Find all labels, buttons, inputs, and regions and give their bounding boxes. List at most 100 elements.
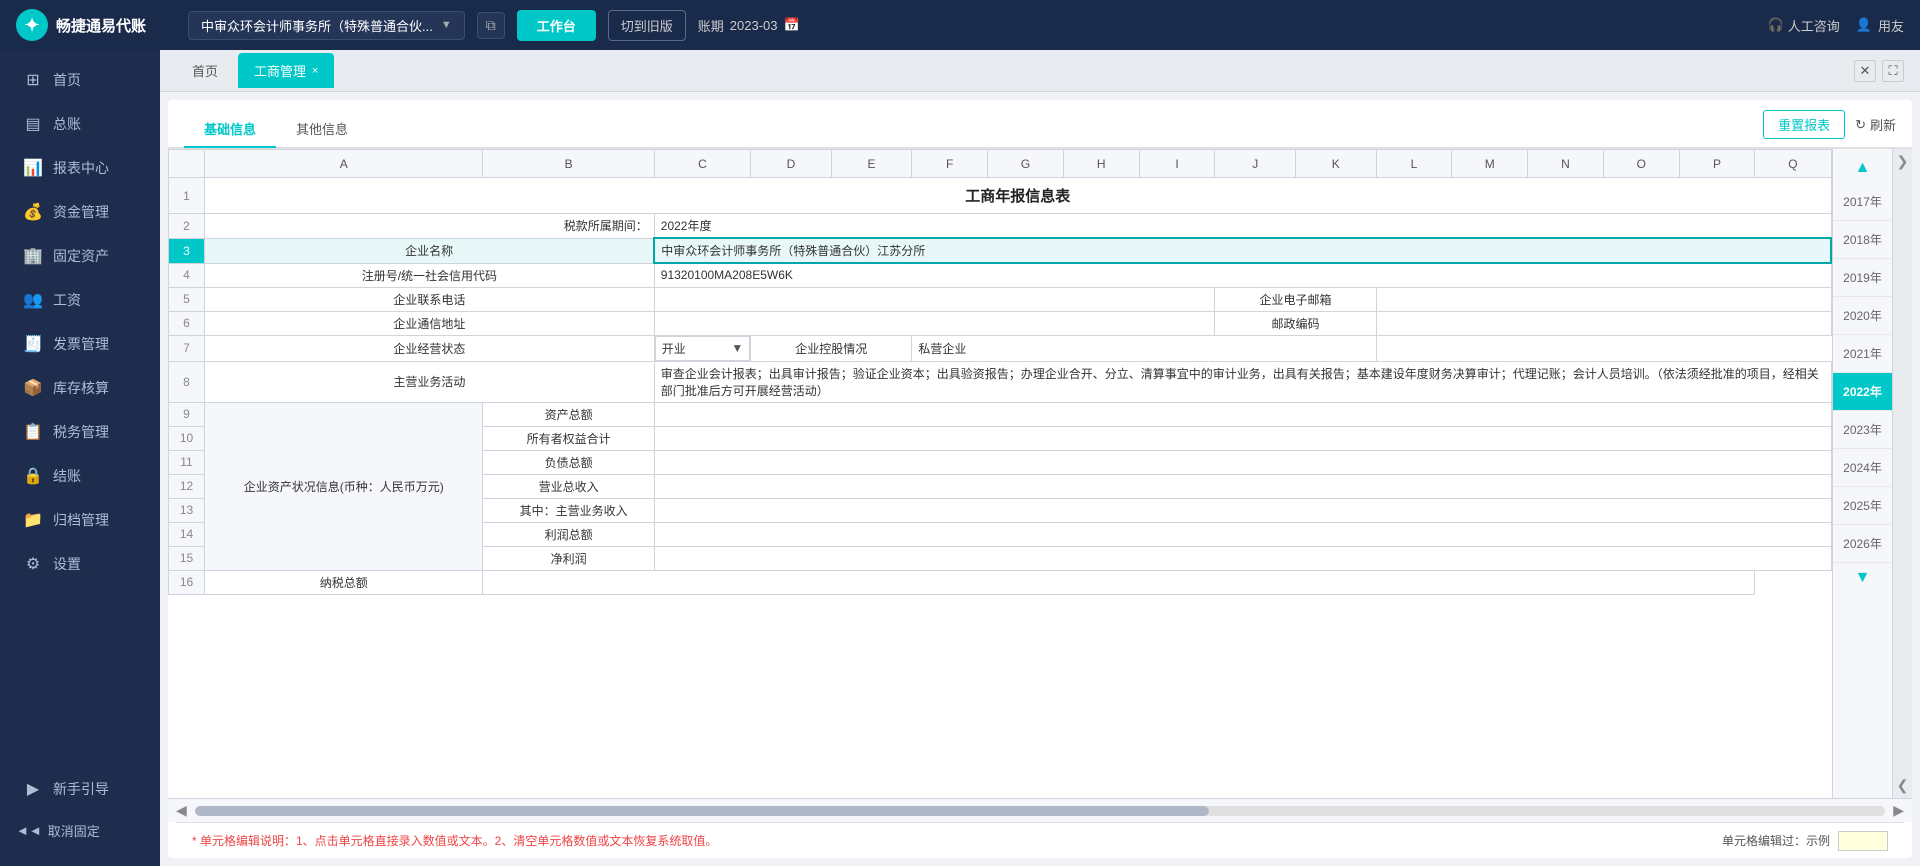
email-label: 企业电子邮箱 [1215, 287, 1376, 311]
consult-button[interactable]: 🎧 人工咨询 [1768, 16, 1840, 35]
sidebar-label-settings: 设置 [53, 554, 81, 574]
panel-collapse-top[interactable]: ❯ [1897, 153, 1909, 170]
sidebar-item-closing[interactable]: 🔒 结账 [0, 454, 160, 498]
postcode-value[interactable] [1376, 311, 1831, 335]
ownership-label: 企业控股情况 [751, 335, 912, 361]
main-biz-value[interactable]: 审查企业会计报表；出具审计报告；验证企业资本；出具验资报告；办理企业合开、分立、… [654, 361, 1831, 402]
year-item-2025[interactable]: 2025年 [1833, 487, 1892, 525]
year-item-2021[interactable]: 2021年 [1833, 335, 1892, 373]
net-profit-value[interactable] [654, 546, 1831, 570]
col-header-J[interactable]: J [1215, 150, 1296, 178]
copy-button[interactable]: ⧉ [477, 12, 505, 39]
collapse-button[interactable]: ◄◄ 取消固定 [0, 811, 160, 850]
workbench-button[interactable]: 工作台 [517, 10, 596, 41]
user-area[interactable]: 👤 用友 [1856, 16, 1904, 35]
sidebar-label-tax: 税务管理 [53, 422, 109, 442]
reg-code-value[interactable]: 91320100MA208E5W6K [654, 263, 1831, 287]
sidebar-item-tax[interactable]: 📋 税务管理 [0, 410, 160, 454]
tab-business-mgmt[interactable]: 工商管理 × [238, 53, 334, 88]
year-item-2018[interactable]: 2018年 [1833, 221, 1892, 259]
sidebar-item-home[interactable]: ⊞ 首页 [0, 58, 160, 102]
tab-home[interactable]: 首页 [176, 53, 234, 88]
sidebar-item-reports[interactable]: 📊 报表中心 [0, 146, 160, 190]
sidebar-item-newbie[interactable]: ▶ 新手引导 [0, 767, 160, 811]
main-revenue-value[interactable] [654, 498, 1831, 522]
col-header-Q[interactable]: Q [1755, 150, 1831, 178]
year-item-2019[interactable]: 2019年 [1833, 259, 1892, 297]
phone-value[interactable] [654, 287, 1215, 311]
expand-window-button[interactable]: ⛶ [1882, 60, 1904, 82]
panel-collapse-bottom[interactable]: ❮ [1897, 777, 1909, 794]
spreadsheet-container[interactable]: A B C D E F G H I J K L [168, 149, 1832, 798]
sidebar-item-inventory[interactable]: 📦 库存核算 [0, 366, 160, 410]
col-header-D[interactable]: D [751, 150, 832, 178]
col-header-M[interactable]: M [1452, 150, 1528, 178]
tax-period-value[interactable]: 2022年度 [654, 214, 1831, 239]
email-value[interactable] [1376, 287, 1831, 311]
col-header-G[interactable]: G [988, 150, 1064, 178]
sidebar-label-funds: 资金管理 [53, 202, 109, 222]
table-title-cell[interactable]: 工商年报信息表 [205, 178, 1832, 214]
sidebar-label-closing: 结账 [53, 466, 81, 486]
close-window-button[interactable]: ✕ [1854, 60, 1876, 82]
sidebar-item-assets[interactable]: 🏢 固定资产 [0, 234, 160, 278]
year-item-2023[interactable]: 2023年 [1833, 411, 1892, 449]
main-revenue-label: 其中：主营业务收入 [483, 498, 654, 522]
col-header-P[interactable]: P [1679, 150, 1755, 178]
year-item-2020[interactable]: 2020年 [1833, 297, 1892, 335]
tab-home-label: 首页 [192, 61, 218, 80]
scroll-left-icon[interactable]: ◀ [176, 802, 187, 819]
equity-value[interactable] [654, 426, 1831, 450]
col-header-B[interactable]: B [483, 150, 654, 178]
total-profit-value[interactable] [654, 522, 1831, 546]
scroll-right-icon[interactable]: ▶ [1893, 802, 1904, 819]
year-scroll-down[interactable]: ▼ [1833, 563, 1892, 593]
year-item-2017[interactable]: 2017年 [1833, 183, 1892, 221]
col-header-C[interactable]: C [654, 150, 750, 178]
tax-total-label: 纳税总额 [205, 570, 483, 594]
refresh-icon: ↻ [1855, 117, 1866, 133]
col-header-L[interactable]: L [1376, 150, 1452, 178]
sub-tab-basic[interactable]: 基础信息 [184, 111, 276, 148]
total-assets-value[interactable] [654, 402, 1831, 426]
reset-table-button[interactable]: 重置报表 [1763, 110, 1845, 139]
year-item-2022[interactable]: 2022年 [1833, 373, 1892, 411]
horizontal-scroll-bar[interactable]: ◀ ▶ [168, 798, 1912, 822]
sidebar-item-archive[interactable]: 📁 归档管理 [0, 498, 160, 542]
row-number: 9 [169, 402, 205, 426]
col-header-F[interactable]: F [912, 150, 988, 178]
sub-tab-other[interactable]: 其他信息 [276, 111, 368, 148]
sidebar-item-invoices[interactable]: 🧾 发票管理 [0, 322, 160, 366]
col-header-I[interactable]: I [1139, 150, 1215, 178]
total-revenue-value[interactable] [654, 474, 1831, 498]
liabilities-value[interactable] [654, 450, 1831, 474]
col-header-H[interactable]: H [1063, 150, 1139, 178]
col-header-K[interactable]: K [1295, 150, 1376, 178]
calendar-icon[interactable]: 📅 [784, 17, 800, 33]
tab-close-icon[interactable]: × [312, 65, 318, 77]
sidebar-label-invoices: 发票管理 [53, 334, 109, 354]
year-item-2024[interactable]: 2024年 [1833, 449, 1892, 487]
col-header-E[interactable]: E [831, 150, 912, 178]
table-row: 4 注册号/统一社会信用代码 91320100MA208E5W6K [169, 263, 1832, 287]
table-row: 5 企业联系电话 企业电子邮箱 [169, 287, 1832, 311]
row-number: 11 [169, 450, 205, 474]
old-version-button[interactable]: 切到旧版 [608, 10, 686, 41]
sidebar-item-wages[interactable]: 👥 工资 [0, 278, 160, 322]
invoices-icon: 🧾 [23, 334, 43, 354]
year-item-2026[interactable]: 2026年 [1833, 525, 1892, 563]
sidebar-item-settings[interactable]: ⚙ 设置 [0, 542, 160, 586]
company-name-value[interactable]: 中审众环会计师事务所（特殊普通合伙）江苏分所 [654, 238, 1831, 263]
ownership-value[interactable]: 私营企业 [912, 335, 1376, 361]
col-header-A[interactable]: A [205, 150, 483, 178]
company-selector[interactable]: 中审众环会计师事务所（特殊普通合伙... ▼ [188, 11, 465, 40]
year-scroll-up[interactable]: ▲ [1833, 153, 1892, 183]
refresh-button[interactable]: ↻ 刷新 [1855, 115, 1896, 134]
col-header-O[interactable]: O [1603, 150, 1679, 178]
tax-total-value[interactable] [483, 570, 1755, 594]
col-header-N[interactable]: N [1528, 150, 1604, 178]
biz-status-dropdown[interactable]: 开业▼ [655, 336, 750, 361]
sidebar-item-funds[interactable]: 💰 资金管理 [0, 190, 160, 234]
address-value[interactable] [654, 311, 1215, 335]
sidebar-item-ledger[interactable]: ▤ 总账 [0, 102, 160, 146]
